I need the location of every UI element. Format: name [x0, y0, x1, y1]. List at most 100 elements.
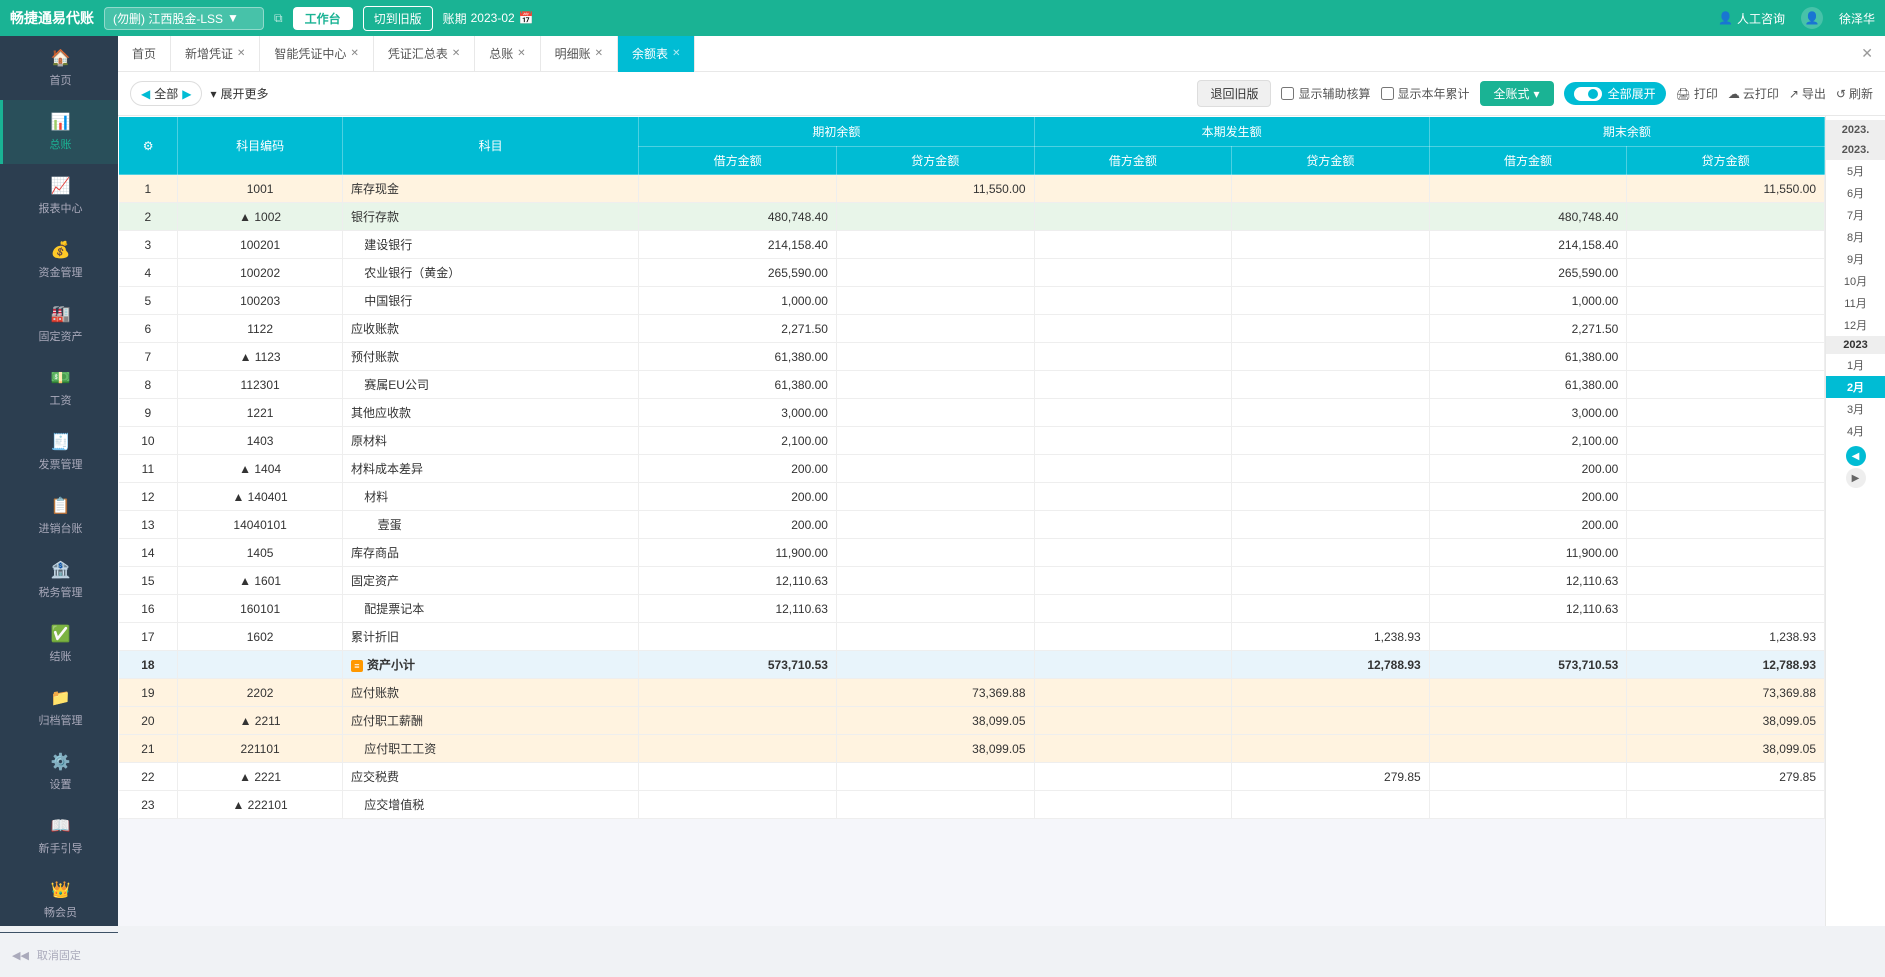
row-subject[interactable]: 银行存款	[342, 203, 638, 231]
show-ytd-checkbox[interactable]: 显示本年累计	[1381, 85, 1470, 102]
sidebar-item-reports[interactable]: 📈 报表中心	[0, 164, 118, 228]
row-amount	[836, 371, 1034, 399]
month-9[interactable]: 9月	[1826, 248, 1885, 270]
col-curr-credit: 贷方金额	[1232, 147, 1430, 175]
month-12[interactable]: 12月	[1826, 314, 1885, 336]
sidebar-item-unfix[interactable]: ◀◀ 取消固定	[4, 941, 114, 969]
sidebar-item-invoice[interactable]: 🧾 发票管理	[0, 420, 118, 484]
user-avatar[interactable]: 👤	[1801, 7, 1823, 29]
tab-bar-close[interactable]: ✕	[1849, 45, 1885, 62]
tab-voucher-summary[interactable]: 凭证汇总表 ✕	[374, 36, 475, 72]
row-amount	[639, 623, 837, 651]
month-4[interactable]: 4月	[1826, 420, 1885, 442]
row-subject[interactable]: 农业银行（黄金）	[342, 259, 638, 287]
refresh-button[interactable]: ↺ 刷新	[1836, 85, 1873, 102]
calendar-icon[interactable]: 📅	[519, 11, 534, 25]
tab-balance-sheet[interactable]: 余额表 ✕	[618, 36, 695, 72]
tab-balance-sheet-close[interactable]: ✕	[672, 48, 680, 59]
row-subject[interactable]: 累计折旧	[342, 623, 638, 651]
company-dropdown-icon: ▼	[227, 11, 239, 25]
tab-smart-voucher[interactable]: 智能凭证中心 ✕	[260, 36, 373, 72]
month-3[interactable]: 3月	[1826, 398, 1885, 420]
row-subject[interactable]: 应交税费	[342, 763, 638, 791]
sidebar-item-ledger[interactable]: 📊 总账	[0, 100, 118, 164]
auxiliary-checkbox-input[interactable]	[1281, 87, 1294, 100]
sidebar-item-home[interactable]: 🏠 首页	[0, 36, 118, 100]
row-subject[interactable]: 应交增值税	[342, 791, 638, 819]
filter-button[interactable]: ◀ 全部 ▶	[130, 81, 202, 106]
row-subject[interactable]: 固定资产	[342, 567, 638, 595]
consult-button[interactable]: 👤 人工咨询	[1718, 10, 1785, 27]
row-amount	[1034, 623, 1232, 651]
row-code	[178, 651, 343, 679]
unfix-label: 取消固定	[37, 947, 81, 963]
tab-detail-ledger[interactable]: 明细账 ✕	[541, 36, 618, 72]
table-row: 8112301 赛属EU公司61,380.0061,380.00	[119, 371, 1825, 399]
panel-btn-1[interactable]: ◀	[1846, 446, 1866, 466]
expand-more-button[interactable]: ▾ 展开更多	[210, 85, 268, 102]
row-subject[interactable]: 原材料	[342, 427, 638, 455]
row-amount: 11,550.00	[1627, 175, 1825, 203]
panel-btn-2[interactable]: ▶	[1846, 468, 1866, 488]
table-row: 22▲ 2221应交税费279.85279.85	[119, 763, 1825, 791]
sidebar-item-assets[interactable]: 🏭 固定资产	[0, 292, 118, 356]
tab-general-ledger-close[interactable]: ✕	[517, 48, 525, 59]
row-subject[interactable]: 壹蛋	[342, 511, 638, 539]
row-subject[interactable]: 中国银行	[342, 287, 638, 315]
return-button[interactable]: 退回旧版	[1197, 80, 1271, 107]
export-button[interactable]: ↗ 导出	[1789, 85, 1826, 102]
tab-new-voucher[interactable]: 新增凭证 ✕	[171, 36, 260, 72]
sidebar-item-capital[interactable]: 💰 资金管理	[0, 228, 118, 292]
sidebar-item-tax[interactable]: 🏦 税务管理	[0, 548, 118, 612]
right-panel-year3[interactable]: 2023	[1826, 336, 1885, 354]
expand-all-toggle[interactable]: 全部展开	[1564, 82, 1666, 105]
month-5[interactable]: 5月	[1826, 160, 1885, 182]
company-selector[interactable]: (勿删) 江西股金-LSS ▼	[104, 7, 264, 30]
month-6[interactable]: 6月	[1826, 182, 1885, 204]
row-subject[interactable]: 预付账款	[342, 343, 638, 371]
copy-icon[interactable]: ⧉	[274, 11, 283, 26]
sidebar-item-settings[interactable]: ⚙️ 设置	[0, 740, 118, 804]
row-subject[interactable]: 应付账款	[342, 679, 638, 707]
sidebar-item-payroll[interactable]: 💵 工资	[0, 356, 118, 420]
month-10[interactable]: 10月	[1826, 270, 1885, 292]
switch-version-button[interactable]: 切到旧版	[363, 6, 433, 31]
month-7[interactable]: 7月	[1826, 204, 1885, 226]
row-subject[interactable]: 其他应收款	[342, 399, 638, 427]
row-subject[interactable]: 材料	[342, 483, 638, 511]
row-subject[interactable]: 库存现金	[342, 175, 638, 203]
cloud-print-button[interactable]: ☁ 云打印	[1728, 85, 1779, 102]
sidebar-item-purchase[interactable]: 📋 进销台账	[0, 484, 118, 548]
tab-new-voucher-close[interactable]: ✕	[237, 48, 245, 59]
month-8[interactable]: 8月	[1826, 226, 1885, 248]
print-button[interactable]: 🖨 打印	[1676, 85, 1718, 102]
tab-voucher-summary-close[interactable]: ✕	[452, 48, 460, 59]
sidebar-item-vip[interactable]: 👑 畅会员	[0, 868, 118, 932]
row-subject[interactable]: 赛属EU公司	[342, 371, 638, 399]
month-1[interactable]: 1月	[1826, 354, 1885, 376]
sidebar-item-archive[interactable]: 📁 归档管理	[0, 676, 118, 740]
style-button[interactable]: 全账式 ▾	[1480, 81, 1554, 106]
ytd-checkbox-input[interactable]	[1381, 87, 1394, 100]
col-settings-icon[interactable]: ⚙	[119, 117, 178, 175]
sidebar-item-closing[interactable]: ✅ 结账	[0, 612, 118, 676]
show-auxiliary-checkbox[interactable]: 显示辅助核算	[1281, 85, 1370, 102]
table-row: 4100202 农业银行（黄金）265,590.00265,590.00	[119, 259, 1825, 287]
row-subject[interactable]: 应付职工工资	[342, 735, 638, 763]
tab-smart-voucher-close[interactable]: ✕	[350, 48, 358, 59]
toggle-switch[interactable]	[1574, 87, 1602, 101]
sidebar-item-guide[interactable]: 📖 新手引导	[0, 804, 118, 868]
month-2[interactable]: 2月	[1826, 376, 1885, 398]
row-subject[interactable]: 材料成本差异	[342, 455, 638, 483]
workspace-button[interactable]: 工作台	[293, 7, 353, 30]
row-subject[interactable]: 应收账款	[342, 315, 638, 343]
tab-general-ledger[interactable]: 总账 ✕	[475, 36, 540, 72]
row-subject[interactable]: 应付职工薪酬	[342, 707, 638, 735]
tab-detail-ledger-close[interactable]: ✕	[595, 48, 603, 59]
row-subject[interactable]: 配提票记本	[342, 595, 638, 623]
row-subject[interactable]: 库存商品	[342, 539, 638, 567]
month-11[interactable]: 11月	[1826, 292, 1885, 314]
tab-home[interactable]: 首页	[118, 36, 171, 72]
row-subject[interactable]: 建设银行	[342, 231, 638, 259]
row-amount: 73,369.88	[1627, 679, 1825, 707]
